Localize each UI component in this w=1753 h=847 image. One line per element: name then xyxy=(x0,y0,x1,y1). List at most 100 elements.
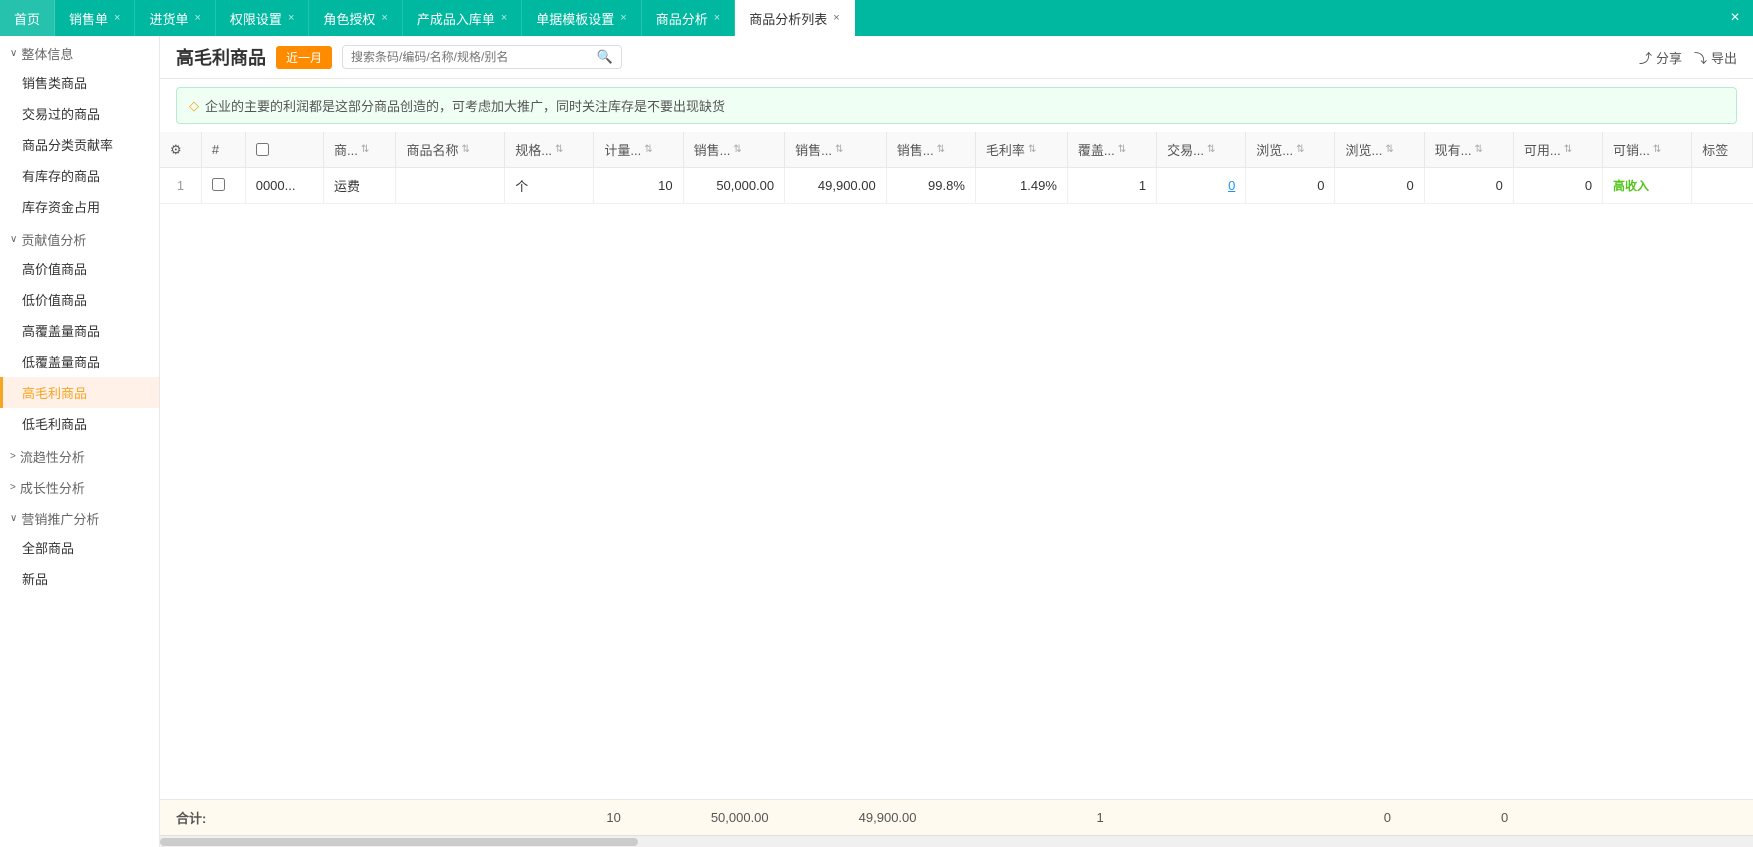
sidebar-item-in-stock-goods[interactable]: 有库存的商品 xyxy=(0,160,159,191)
sort-icon-sales-qty[interactable]: ⇅ xyxy=(733,144,741,155)
table-col-current-stock[interactable]: 现有...⇅ xyxy=(1424,132,1513,168)
sort-icon-gross-margin[interactable]: ⇅ xyxy=(1028,144,1036,155)
export-button[interactable]: ⤵ 导出 xyxy=(1694,48,1737,67)
sidebar-item-goods-contrib-rate[interactable]: 商品分类贡献率 xyxy=(0,129,159,160)
search-input[interactable] xyxy=(351,50,591,64)
table-col-sales-cost[interactable]: 销售...⇅ xyxy=(886,132,975,168)
table-cell-gross-margin: 99.8% xyxy=(886,168,975,204)
sort-icon-available[interactable]: ⇅ xyxy=(1564,144,1572,155)
row-checkbox[interactable] xyxy=(212,178,225,191)
table-col-sellable[interactable]: 可销...⇅ xyxy=(1603,132,1692,168)
sidebar-group-trend-analysis[interactable]: >流趋性分析 xyxy=(0,439,159,470)
window-close-button[interactable]: × xyxy=(1717,0,1753,36)
table-col-label-current-stock: 现有... xyxy=(1435,140,1472,159)
sort-icon-current-stock[interactable]: ⇅ xyxy=(1475,144,1483,155)
sidebar-item-high-margin-goods[interactable]: 高毛利商品 xyxy=(0,377,159,408)
table-col-label-code: 商... xyxy=(334,140,358,159)
nav-tab-close-product-analysis[interactable]: × xyxy=(714,12,720,24)
footer-available: 0 xyxy=(1501,810,1508,825)
nav-tab-close-purchase-order[interactable]: × xyxy=(194,12,200,24)
sort-icon-browse1[interactable]: ⇅ xyxy=(1296,144,1304,155)
sidebar-item-traded-goods[interactable]: 交易过的商品 xyxy=(0,98,159,129)
sidebar-item-sales-goods[interactable]: 销售类商品 xyxy=(0,67,159,98)
table-col-sales-amount[interactable]: 销售...⇅ xyxy=(785,132,887,168)
sidebar-item-high-value-goods[interactable]: 高价值商品 xyxy=(0,253,159,284)
nav-tab-close-role-permission[interactable]: × xyxy=(381,12,387,24)
sort-icon-sales-cost[interactable]: ⇅ xyxy=(937,144,945,155)
share-button[interactable]: ⤴ 分享 xyxy=(1639,48,1682,67)
table-cell-checkbox[interactable] xyxy=(201,168,245,204)
table-col-coverage[interactable]: 覆盖...⇅ xyxy=(1067,132,1156,168)
nav-tab-product-warehouse[interactable]: 产成品入库单 × xyxy=(403,0,522,36)
sidebar-item-low-margin-goods[interactable]: 低毛利商品 xyxy=(0,408,159,439)
sidebar-group-overall-info[interactable]: ∨整体信息 xyxy=(0,36,159,67)
table-cell-sales-amount: 50,000.00 xyxy=(683,168,785,204)
sidebar-item-all-goods[interactable]: 全部商品 xyxy=(0,532,159,563)
sort-icon-sellable[interactable]: ⇅ xyxy=(1653,144,1661,155)
sort-icon-trade-count[interactable]: ⇅ xyxy=(1207,144,1215,155)
table-col-spec[interactable]: 规格...⇅ xyxy=(505,132,594,168)
table-row[interactable]: 10000...运费个1050,000.0049,900.0099.8%1.49… xyxy=(160,168,1753,204)
table-col-settings[interactable]: ⚙ xyxy=(160,132,201,168)
table-col-label-unit: 计量... xyxy=(604,140,641,159)
nav-tab-close-bill-template[interactable]: × xyxy=(620,12,626,24)
sidebar-item-high-freq-goods[interactable]: 高覆盖量商品 xyxy=(0,315,159,346)
sort-icon-code[interactable]: ⇅ xyxy=(361,144,369,155)
select-all-checkbox[interactable] xyxy=(256,143,269,156)
nav-tab-label-product-analysis-list: 商品分析列表 xyxy=(749,9,827,28)
sidebar-group-growth-analysis[interactable]: >成长性分析 xyxy=(0,470,159,501)
bottom-scrollbar[interactable] xyxy=(160,835,1753,847)
table-col-checkbox xyxy=(245,132,323,168)
table-cell-tag: 高收入 xyxy=(1603,168,1692,204)
main-area: « ∨整体信息销售类商品交易过的商品商品分类贡献率有库存的商品库存资金占用∨贡献… xyxy=(0,36,1753,847)
table-cell-code: 0000... xyxy=(245,168,323,204)
table-col-browse1[interactable]: 浏览...⇅ xyxy=(1246,132,1335,168)
nav-tab-close-permission-settings[interactable]: × xyxy=(288,12,294,24)
sort-icon-coverage[interactable]: ⇅ xyxy=(1118,144,1126,155)
nav-tab-label-product-analysis: 商品分析 xyxy=(656,9,708,28)
table-cell-sellable: 0 xyxy=(1513,168,1602,204)
table-col-unit[interactable]: 计量...⇅ xyxy=(594,132,683,168)
settings-icon[interactable]: ⚙ xyxy=(170,142,182,158)
sidebar-group-arrow-marketing-analysis: ∨ xyxy=(10,513,17,524)
nav-tab-role-permission[interactable]: 角色授权 × xyxy=(309,0,402,36)
nav-tab-product-analysis[interactable]: 商品分析 × xyxy=(642,0,735,36)
nav-tab-close-product-warehouse[interactable]: × xyxy=(501,12,507,24)
nav-tab-purchase-order[interactable]: 进货单 × xyxy=(135,0,215,36)
sidebar-group-label-text-growth-analysis: 成长性分析 xyxy=(20,478,85,497)
nav-tab-home[interactable]: 首页 xyxy=(0,0,55,36)
nav-tab-close-sales-order[interactable]: × xyxy=(114,12,120,24)
table-col-label-sales-qty: 销售... xyxy=(694,140,731,159)
product-table: ⚙#商...⇅商品名称⇅规格...⇅计量...⇅销售...⇅销售...⇅销售..… xyxy=(160,132,1753,204)
sort-icon-unit[interactable]: ⇅ xyxy=(644,144,652,155)
table-col-browse2[interactable]: 浏览...⇅ xyxy=(1335,132,1424,168)
nav-tab-sales-order[interactable]: 销售单 × xyxy=(55,0,135,36)
sort-icon-spec[interactable]: ⇅ xyxy=(555,144,563,155)
table-col-trade-count[interactable]: 交易...⇅ xyxy=(1157,132,1246,168)
table-col-code[interactable]: 商...⇅ xyxy=(324,132,396,168)
table-col-name[interactable]: 商品名称⇅ xyxy=(396,132,505,168)
sort-icon-browse2[interactable]: ⇅ xyxy=(1385,144,1393,155)
sidebar-item-new-goods[interactable]: 新品 xyxy=(0,563,159,594)
info-banner-text: 企业的主要的利润都是这部分商品创造的，可考虑加大推广，同时关注库存是不要出现缺货 xyxy=(205,96,725,115)
nav-tab-bill-template[interactable]: 单据模板设置 × xyxy=(522,0,641,36)
filter-recent-month-button[interactable]: 近一月 xyxy=(276,46,332,69)
table-cell-browse1[interactable]: 0 xyxy=(1157,168,1246,204)
table-col-gross-margin[interactable]: 毛利率⇅ xyxy=(975,132,1067,168)
search-icon[interactable]: 🔍 xyxy=(597,49,613,65)
sort-icon-sales-amount[interactable]: ⇅ xyxy=(835,144,843,155)
table-col-sales-qty[interactable]: 销售...⇅ xyxy=(683,132,785,168)
nav-tab-label-bill-template: 单据模板设置 xyxy=(536,9,614,28)
table-col-label-name: 商品名称 xyxy=(406,140,458,159)
sidebar-item-low-freq-goods[interactable]: 低覆盖量商品 xyxy=(0,346,159,377)
sidebar-item-stock-fund-occupation[interactable]: 库存资金占用 xyxy=(0,191,159,222)
sidebar-item-low-value-goods[interactable]: 低价值商品 xyxy=(0,284,159,315)
nav-tab-permission-settings[interactable]: 权限设置 × xyxy=(216,0,309,36)
sidebar-group-marketing-analysis[interactable]: ∨营销推广分析 xyxy=(0,501,159,532)
nav-tab-close-product-analysis-list[interactable]: × xyxy=(833,12,839,24)
nav-tab-product-analysis-list[interactable]: 商品分析列表 × xyxy=(735,0,854,36)
table-cell-unit: 个 xyxy=(505,168,594,204)
sort-icon-name[interactable]: ⇅ xyxy=(461,144,469,155)
table-col-available[interactable]: 可用...⇅ xyxy=(1513,132,1602,168)
sidebar-group-bc-analysis[interactable]: ∨贡献值分析 xyxy=(0,222,159,253)
